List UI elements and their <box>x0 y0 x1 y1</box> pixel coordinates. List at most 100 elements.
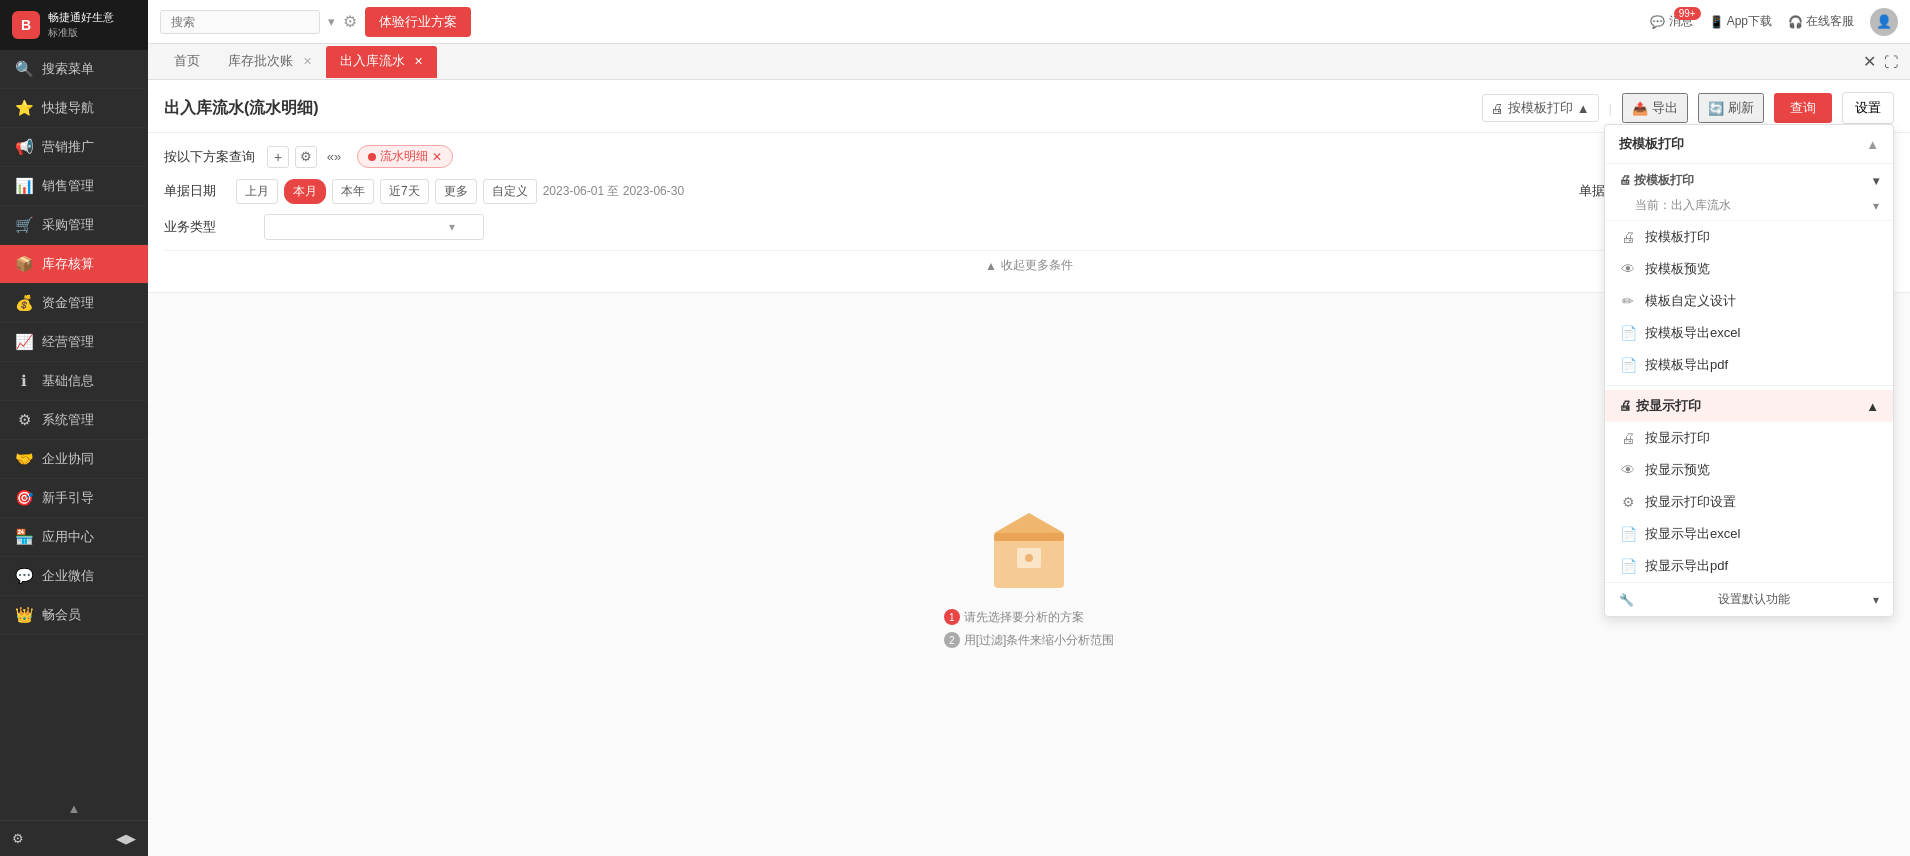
display-section-icon: 🖨 <box>1619 398 1632 413</box>
template-section-arrow[interactable]: ▾ <box>1873 174 1879 188</box>
step-2-num: 2 <box>944 632 960 648</box>
message-badge: 99+ <box>1674 7 1701 20</box>
tab-batch-close-icon[interactable]: ✕ <box>303 55 312 67</box>
sidebar-collapse-icon[interactable]: ◀▶ <box>116 831 136 846</box>
flow-tag-close[interactable]: ✕ <box>432 150 442 164</box>
template-custom-label: 模板自定义设计 <box>1645 292 1736 310</box>
tab-flow-close-icon[interactable]: ✕ <box>414 55 423 67</box>
message-button[interactable]: 💬 消息 99+ <box>1650 13 1693 30</box>
refresh-button[interactable]: 🔄 刷新 <box>1698 93 1764 123</box>
tab-home[interactable]: 首页 <box>160 46 214 78</box>
sidebar-item-inventory[interactable]: 📦 库存核算 <box>0 245 148 284</box>
display-section-arrow[interactable]: ▲ <box>1866 399 1879 414</box>
sidebar-item-label: 营销推广 <box>42 138 94 156</box>
app-logo-icon: B <box>12 11 40 39</box>
filter-settings-button[interactable]: ⚙ <box>295 146 317 168</box>
page-header: 出入库流水(流水明细) 🖨 按模板打印 ▲ | 📤 导出 🔄 刷新 <box>148 80 1910 133</box>
filter-add-button[interactable]: + <box>267 146 289 168</box>
sidebar-item-quick-nav[interactable]: ⭐ 快捷导航 <box>0 89 148 128</box>
search-menu-icon: 🔍 <box>14 60 34 78</box>
dropdown-section-display: 🖨 按显示打印 ▲ <box>1605 390 1893 422</box>
sidebar-item-guide[interactable]: 🎯 新手引导 <box>0 479 148 518</box>
flow-tag-label: 流水明细 <box>380 148 428 165</box>
sidebar-item-label: 新手引导 <box>42 489 94 507</box>
sidebar-item-member[interactable]: 👑 畅会员 <box>0 596 148 635</box>
date-range-display: 2023-06-01 至 2023-06-30 <box>543 183 684 200</box>
biz-type-label: 业务类型 <box>164 218 224 236</box>
sidebar-item-label: 销售管理 <box>42 177 94 195</box>
print-template-button[interactable]: 🖨 按模板打印 ▲ <box>1482 94 1599 122</box>
dropdown-collapse-icon[interactable]: ▲ <box>1866 137 1879 152</box>
flow-detail-tag[interactable]: 流水明细 ✕ <box>357 145 453 168</box>
cooperation-icon: 🤝 <box>14 450 34 468</box>
topbar-search-input[interactable] <box>160 10 320 34</box>
query-button[interactable]: 查询 <box>1774 93 1832 123</box>
dropdown-item-display-settings[interactable]: ⚙ 按显示打印设置 <box>1605 486 1893 518</box>
sidebar-item-cooperation[interactable]: 🤝 企业协同 <box>0 440 148 479</box>
sidebar-item-search-menu[interactable]: 🔍 搜索菜单 <box>0 50 148 89</box>
industry-btn[interactable]: 体验行业方案 <box>365 7 471 37</box>
filter-collapse-icon[interactable]: «» <box>323 146 345 168</box>
sidebar-item-basic[interactable]: ℹ 基础信息 <box>0 362 148 401</box>
sidebar-bottom: ⚙ ◀▶ <box>0 820 148 856</box>
sidebar-item-purchase[interactable]: 🛒 采购管理 <box>0 206 148 245</box>
sales-icon: 📊 <box>14 177 34 195</box>
dropdown-item-template-custom[interactable]: ✏ 模板自定义设计 <box>1605 285 1893 317</box>
date-btn-this-year[interactable]: 本年 <box>332 179 374 204</box>
sidebar-scroll-up[interactable]: ▲ <box>0 797 148 820</box>
window-expand-icon[interactable]: ⛶ <box>1884 54 1898 70</box>
app-download-icon: 📱 <box>1709 15 1724 29</box>
export-button[interactable]: 📤 导出 <box>1622 93 1688 123</box>
tab-batch[interactable]: 库存批次账 ✕ <box>214 46 326 78</box>
biz-type-select[interactable]: ▾ <box>264 214 484 240</box>
display-pdf-icon: 📄 <box>1619 558 1637 574</box>
dropdown-item-template-preview[interactable]: 👁 按模板预览 <box>1605 253 1893 285</box>
sidebar-item-label: 基础信息 <box>42 372 94 390</box>
sidebar-item-app-center[interactable]: 🏪 应用中心 <box>0 518 148 557</box>
refresh-label: 刷新 <box>1728 99 1754 117</box>
sidebar-item-wechat[interactable]: 💬 企业微信 <box>0 557 148 596</box>
dropdown-item-display-preview[interactable]: 👁 按显示预览 <box>1605 454 1893 486</box>
current-label: 当前：出入库流水 <box>1635 197 1731 214</box>
sidebar-item-system[interactable]: ⚙ 系统管理 <box>0 401 148 440</box>
display-print-label: 按显示打印 <box>1645 429 1710 447</box>
sidebar-item-operations[interactable]: 📈 经营管理 <box>0 323 148 362</box>
dropdown-item-template-print[interactable]: 🖨 按模板打印 <box>1605 221 1893 253</box>
app-download-button[interactable]: 📱 App下载 <box>1709 13 1772 30</box>
sidebar-settings-icon[interactable]: ⚙ <box>12 831 24 846</box>
display-preview-icon: 👁 <box>1619 462 1637 478</box>
date-btn-this-month[interactable]: 本月 <box>284 179 326 204</box>
online-service-button[interactable]: 🎧 在线客服 <box>1788 13 1854 30</box>
display-preview-label: 按显示预览 <box>1645 461 1710 479</box>
dropdown-item-display-excel[interactable]: 📄 按显示导出excel <box>1605 518 1893 550</box>
footer-settings-arrow: ▾ <box>1873 593 1879 607</box>
sidebar-item-label: 畅会员 <box>42 606 81 624</box>
dropdown-item-template-pdf[interactable]: 📄 按模板导出pdf <box>1605 349 1893 381</box>
window-close-icon[interactable]: ✕ <box>1863 52 1876 71</box>
dropdown-item-display-pdf[interactable]: 📄 按显示导出pdf <box>1605 550 1893 582</box>
topbar-dropdown-icon[interactable]: ▾ <box>328 14 335 29</box>
date-btn-custom[interactable]: 自定义 <box>483 179 537 204</box>
service-icon: 🎧 <box>1788 15 1803 29</box>
sidebar-item-marketing[interactable]: 📢 营销推广 <box>0 128 148 167</box>
date-btn-more[interactable]: 更多 <box>435 179 477 204</box>
collapse-link[interactable]: ▲ 收起更多条件 <box>985 257 1073 274</box>
date-btn-last-month[interactable]: 上月 <box>236 179 278 204</box>
marketing-icon: 📢 <box>14 138 34 156</box>
dropdown-item-template-excel[interactable]: 📄 按模板导出excel <box>1605 317 1893 349</box>
date-btn-7days[interactable]: 近7天 <box>380 179 429 204</box>
tab-flow[interactable]: 出入库流水 ✕ <box>326 46 438 78</box>
user-avatar[interactable]: 👤 <box>1870 8 1898 36</box>
dropdown-footer-settings[interactable]: 🔧 设置默认功能 ▾ <box>1605 582 1893 616</box>
sidebar-item-sales[interactable]: 📊 销售管理 <box>0 167 148 206</box>
dropdown-header: 按模板打印 ▲ <box>1605 125 1893 164</box>
topbar-gear-icon[interactable]: ⚙ <box>343 12 357 31</box>
settings-button[interactable]: 设置 <box>1842 92 1894 124</box>
template-excel-icon: 📄 <box>1619 325 1637 341</box>
sidebar-item-finance[interactable]: 💰 资金管理 <box>0 284 148 323</box>
template-print-icon: 🖨 <box>1619 229 1637 245</box>
filter-label: 按以下方案查询 <box>164 148 255 166</box>
sidebar-item-label: 搜索菜单 <box>42 60 94 78</box>
operations-icon: 📈 <box>14 333 34 351</box>
dropdown-item-display-print[interactable]: 🖨 按显示打印 <box>1605 422 1893 454</box>
